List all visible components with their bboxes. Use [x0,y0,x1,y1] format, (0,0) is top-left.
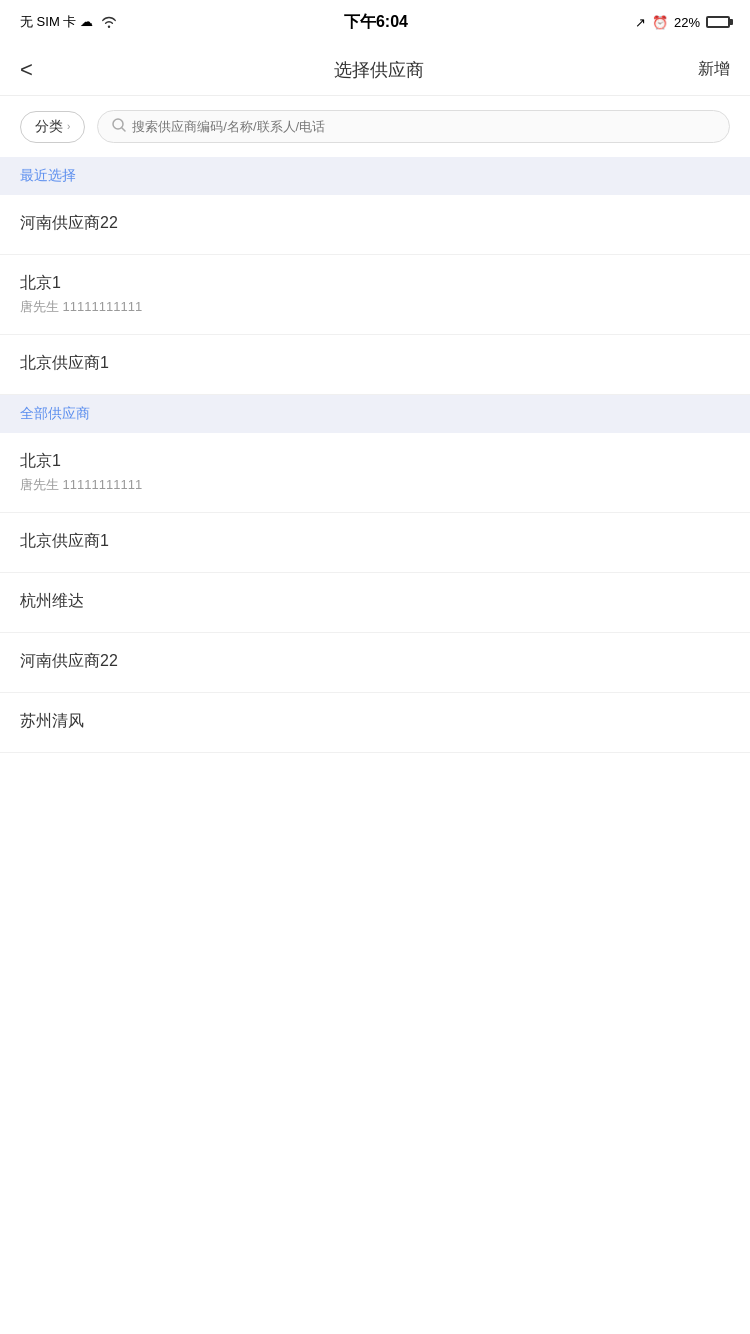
filter-bar: 分类 › [0,96,750,157]
no-sim-label: 无 SIM 卡 ☁ [20,13,93,31]
all-section-header: 全部供应商 [0,395,750,433]
list-item[interactable]: 北京供应商1 [0,335,750,395]
item-name: 河南供应商22 [20,651,730,672]
svg-line-1 [122,128,125,131]
all-items-list: 北京1 唐先生 11111111111 北京供应商1 杭州维达河南供应商22 苏州清风 [0,433,750,753]
list-item[interactable]: 河南供应商22 [0,195,750,255]
item-name: 北京1 [20,273,730,294]
alarm-icon: ⏰ [652,15,668,30]
search-box [97,110,730,143]
status-left: 无 SIM 卡 ☁ [20,13,117,31]
nav-bar: < 选择供应商 新增 [0,44,750,96]
search-input[interactable] [132,119,715,134]
category-filter-button[interactable]: 分类 › [20,111,85,143]
list-item[interactable]: 北京供应商1 [0,513,750,573]
list-item[interactable]: 北京1 唐先生 11111111111 [0,255,750,335]
category-label: 分类 [35,118,63,136]
recent-section-header: 最近选择 [0,157,750,195]
chevron-right-icon: › [67,121,70,132]
item-name: 河南供应商22 [20,213,730,234]
page-title: 选择供应商 [334,58,424,82]
back-button[interactable]: < [20,57,60,83]
item-name: 北京供应商1 [20,531,730,552]
status-right: ↗ ⏰ 22% [635,15,730,30]
list-item[interactable]: 杭州维达 [0,573,750,633]
search-icon [112,118,126,135]
add-button[interactable]: 新增 [698,59,730,80]
battery-percent: 22% [674,15,700,30]
wifi-icon [101,16,117,28]
item-name: 北京供应商1 [20,353,730,374]
item-detail: 唐先生 11111111111 [20,476,730,494]
location-icon: ↗ [635,15,646,30]
item-name: 杭州维达 [20,591,730,612]
item-name: 北京1 [20,451,730,472]
item-name: 苏州清风 [20,711,730,732]
status-bar: 无 SIM 卡 ☁ 下午6:04 ↗ ⏰ 22% [0,0,750,44]
battery-icon [706,16,730,28]
list-item[interactable]: 北京1 唐先生 11111111111 [0,433,750,513]
status-time: 下午6:04 [344,12,408,33]
recent-items-list: 河南供应商22 北京1 唐先生 11111111111 北京供应商1 [0,195,750,395]
item-detail: 唐先生 11111111111 [20,298,730,316]
list-item[interactable]: 苏州清风 [0,693,750,753]
list-item[interactable]: 河南供应商22 [0,633,750,693]
